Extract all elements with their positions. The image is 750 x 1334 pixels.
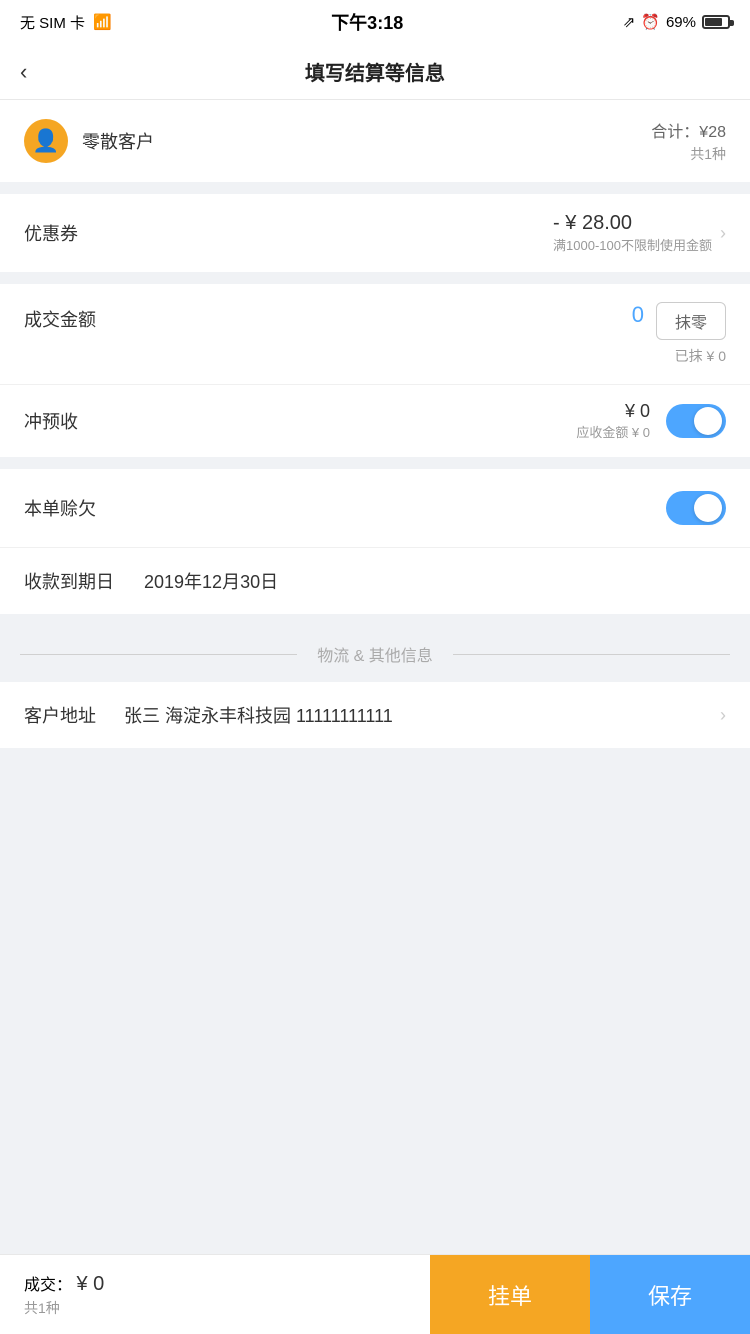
due-label: 收款到期日 [24, 568, 114, 594]
address-value: 张三 海淀永丰科技园 11111111111 [124, 702, 720, 728]
due-value: 2019年12月30日 [144, 568, 278, 594]
bottom-summary-line1: 成交： ¥ 0 [24, 1271, 406, 1296]
coupon-right: - ¥ 28.00 满1000-100不限制使用金额 › [553, 212, 726, 254]
bottom-summary: 成交： ¥ 0 共1种 [0, 1271, 430, 1318]
divider-text: 物流 & 其他信息 [317, 642, 433, 666]
divider-line-right [453, 654, 730, 655]
precharge-toggle[interactable] [666, 404, 726, 438]
divider-line-left [20, 654, 297, 655]
bottom-bar: 成交： ¥ 0 共1种 挂单 保存 [0, 1254, 750, 1334]
precharge-row: 冲预收 ¥ 0 应收金额 ¥ 0 [0, 385, 750, 457]
summary-count: 共1种 [24, 1298, 406, 1318]
save-button[interactable]: 保存 [590, 1255, 750, 1334]
address-label: 客户地址 [24, 702, 104, 728]
debt-toggle[interactable] [666, 491, 726, 525]
battery-icon [702, 15, 730, 29]
alarm-icon: ⏰ [641, 13, 660, 31]
amount-value: 0 [632, 302, 644, 328]
sim-status: 无 SIM 卡 [20, 12, 85, 33]
coupon-desc: 满1000-100不限制使用金额 [553, 235, 712, 254]
divider-section: 物流 & 其他信息 [0, 626, 750, 682]
toggle-knob [694, 407, 722, 435]
precharge-value: ¥ 0 [576, 401, 650, 422]
customer-row: 👤 零散客户 合计：¥28 共1种 [0, 100, 750, 182]
coupon-amount: - ¥ 28.00 [553, 212, 712, 235]
debt-label: 本单赊欠 [24, 495, 96, 521]
status-bar: 无 SIM 卡 📶 下午3:18 ⇗ ⏰ 69% [0, 0, 750, 44]
hold-button[interactable]: 挂单 [430, 1255, 590, 1334]
summary-amount: ¥ 0 [76, 1273, 104, 1295]
amount-sub: 已抹 ¥ 0 [675, 346, 726, 366]
address-section: 客户地址 张三 海淀永丰科技园 11111111111 › [0, 682, 750, 748]
customer-count: 共1种 [651, 144, 726, 164]
coupon-label: 优惠券 [24, 220, 78, 246]
address-chevron-icon: › [720, 705, 726, 726]
amount-label: 成交金额 [24, 306, 96, 332]
coupon-chevron-icon: › [720, 223, 726, 244]
coupon-row[interactable]: 优惠券 - ¥ 28.00 满1000-100不限制使用金额 › [0, 194, 750, 272]
coupon-section: 优惠券 - ¥ 28.00 满1000-100不限制使用金额 › [0, 194, 750, 272]
wifi-icon: 📶 [93, 13, 112, 31]
customer-total: 合计：¥28 [651, 118, 726, 142]
due-date-row: 收款到期日 2019年12月30日 [0, 547, 750, 614]
round-button[interactable]: 抹零 [656, 302, 726, 340]
amount-right: 0 抹零 [632, 302, 726, 340]
precharge-right: ¥ 0 应收金额 ¥ 0 [576, 401, 726, 441]
avatar-icon: 👤 [32, 128, 59, 154]
precharge-amount: ¥ 0 应收金额 ¥ 0 [576, 401, 650, 441]
precharge-label: 冲预收 [24, 408, 78, 434]
customer-name: 零散客户 [82, 128, 154, 154]
location-icon: ⇗ [623, 13, 636, 31]
battery-percent: 69% [666, 14, 696, 31]
bottom-spacer [0, 748, 750, 828]
transaction-section: 成交金额 0 抹零 已抹 ¥ 0 冲预收 ¥ 0 应收金额 ¥ 0 [0, 284, 750, 457]
customer-right: 合计：¥28 共1种 [651, 118, 726, 164]
customer-avatar: 👤 [24, 119, 68, 163]
amount-row: 成交金额 0 抹零 已抹 ¥ 0 [0, 284, 750, 385]
summary-label: 成交： [24, 1277, 72, 1294]
nav-bar: ‹ 填写结算等信息 [0, 44, 750, 100]
address-row[interactable]: 客户地址 张三 海淀永丰科技园 11111111111 › [0, 682, 750, 748]
back-button[interactable]: ‹ [20, 59, 27, 85]
coupon-detail: - ¥ 28.00 满1000-100不限制使用金额 [553, 212, 712, 254]
customer-left: 👤 零散客户 [24, 119, 154, 163]
debt-section: 本单赊欠 收款到期日 2019年12月30日 [0, 469, 750, 614]
debt-row: 本单赊欠 [0, 469, 750, 547]
debt-toggle-knob [694, 494, 722, 522]
status-time: 下午3:18 [331, 9, 403, 35]
customer-section: 👤 零散客户 合计：¥28 共1种 [0, 100, 750, 182]
status-right: ⇗ ⏰ 69% [623, 13, 730, 31]
precharge-sub: 应收金额 ¥ 0 [576, 422, 650, 441]
status-left: 无 SIM 卡 📶 [20, 12, 112, 33]
page-title: 填写结算等信息 [305, 57, 445, 86]
